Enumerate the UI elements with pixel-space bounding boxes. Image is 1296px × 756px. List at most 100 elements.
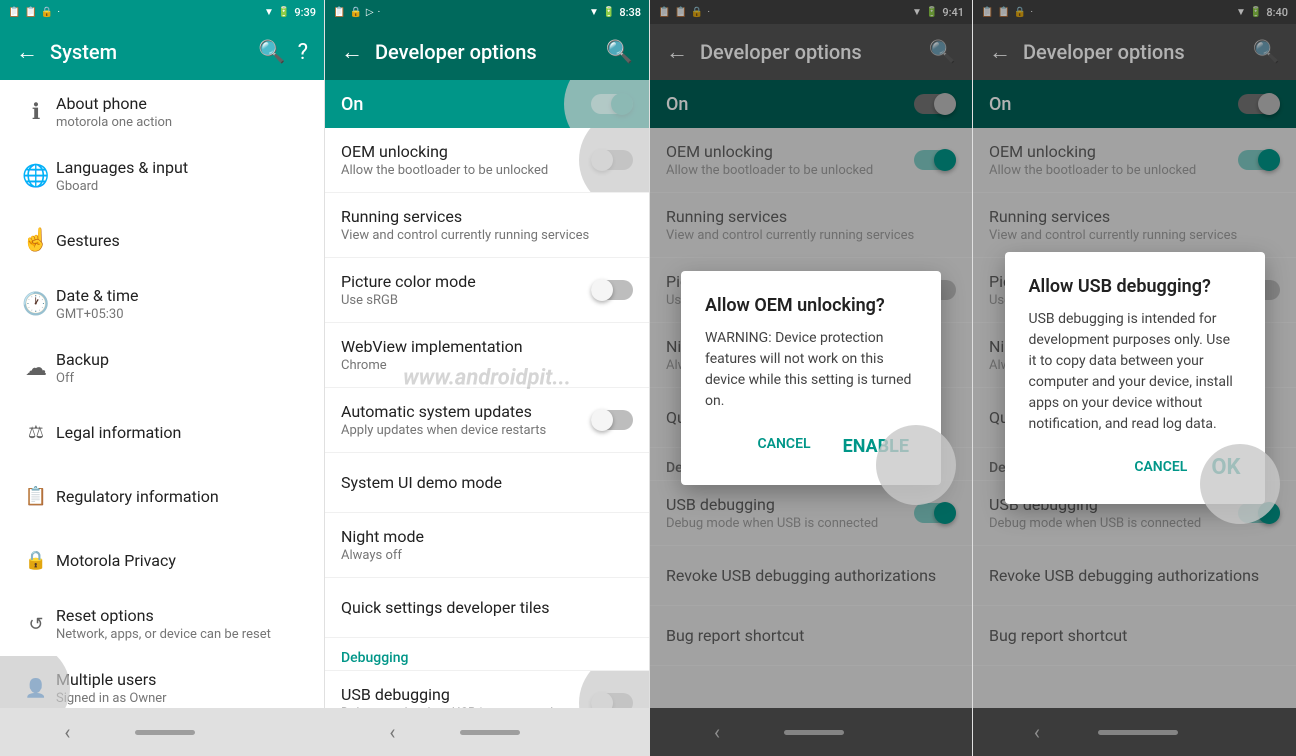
search-icon-2[interactable]: 🔍 <box>606 40 633 65</box>
panel-developer-oem-dialog: 📋 📋 🔒 · ▼ 🔋 9:41 ← Developer options 🔍 O… <box>650 0 973 756</box>
dev-item-autoupdate-text: Automatic system updates Apply updates w… <box>341 402 591 438</box>
settings-text-datetime: Date & time GMT+05:30 <box>56 286 308 322</box>
status-icons-left: 📋 📋 🔒 · <box>8 7 60 18</box>
cam-icon-2: ▷ <box>366 7 374 18</box>
dev-item-running[interactable]: Running services View and control curren… <box>325 193 649 258</box>
usb-cancel-button[interactable]: Cancel <box>1126 455 1195 480</box>
app-bar-title-1: System <box>50 40 246 64</box>
back-nav-2[interactable]: ‹ <box>389 720 395 744</box>
legal-title: Legal information <box>56 423 308 442</box>
motorola-title: Motorola Privacy <box>56 551 308 570</box>
gestures-title: Gestures <box>56 231 308 250</box>
status-icons-left-2: 📋 🔒 ▷ · <box>333 7 380 18</box>
about-icon: ℹ <box>16 100 56 125</box>
settings-item-legal[interactable]: ⚖ Legal information <box>0 400 324 464</box>
dev-item-quicktiles-title: Quick settings developer tiles <box>341 598 633 617</box>
oem-dialog-overlay: Allow OEM unlocking? WARNING: Device pro… <box>650 0 972 756</box>
settings-text-about: About phone motorola one action <box>56 94 308 130</box>
regulatory-icon: 📋 <box>16 486 56 507</box>
settings-item-gestures[interactable]: ☝ Gestures <box>0 208 324 272</box>
multiusers-title: Multiple users <box>56 670 308 689</box>
dev-item-autoupdate[interactable]: Automatic system updates Apply updates w… <box>325 388 649 453</box>
status-time-1: 9:39 <box>294 6 316 19</box>
dev-item-uidemo-text: System UI demo mode <box>341 473 633 492</box>
nav-indicator-2 <box>460 730 520 735</box>
regulatory-title: Regulatory information <box>56 487 308 506</box>
sim-icon: 📋 <box>24 7 36 18</box>
dev-item-nightmode-title: Night mode <box>341 527 633 546</box>
usb-dialog-overlay: Allow USB debugging? USB debugging is in… <box>973 0 1296 756</box>
panel-developer-usb-dialog: 📋 📋 🔒 · ▼ 🔋 8:40 ← Developer options 🔍 O… <box>973 0 1296 756</box>
backup-title: Backup <box>56 350 308 369</box>
dev-item-nightmode[interactable]: Night mode Always off <box>325 513 649 578</box>
backup-subtitle: Off <box>56 371 308 386</box>
languages-title: Languages & input <box>56 158 308 177</box>
languages-icon: 🌐 <box>16 164 56 189</box>
dev-item-webview[interactable]: WebView implementation Chrome <box>325 323 649 388</box>
settings-item-datetime[interactable]: 🕐 Date & time GMT+05:30 <box>0 272 324 336</box>
usb-dialog-title: Allow USB debugging? <box>1029 276 1241 297</box>
spotlight-usb <box>579 671 649 708</box>
dev-item-picture-text: Picture color mode Use sRGB <box>341 272 591 308</box>
dev-item-usb-text: USB debugging Debug mode when USB is con… <box>341 685 591 708</box>
app-bar-title-2: Developer options <box>375 40 594 64</box>
about-title: About phone <box>56 94 308 113</box>
debugging-section-label: Debugging <box>325 638 649 671</box>
dev-item-usb-subtitle: Debug mode when USB is connected <box>341 706 591 708</box>
oem-cancel-button[interactable]: Cancel <box>750 432 819 461</box>
picture-toggle-thumb <box>591 279 613 301</box>
search-icon-1[interactable]: 🔍 <box>258 40 285 65</box>
spotlight-oem <box>579 128 649 193</box>
languages-subtitle: Gboard <box>56 179 308 194</box>
dev-item-autoupdate-title: Automatic system updates <box>341 402 591 421</box>
reset-icon: ↺ <box>16 614 56 635</box>
settings-item-reset[interactable]: ↺ Reset options Network, apps, or device… <box>0 592 324 656</box>
reset-title: Reset options <box>56 606 308 625</box>
status-icons-right: ▼ 🔋 9:39 <box>264 6 316 19</box>
notification-icon: 📋 <box>8 7 20 18</box>
dot-icon: · <box>57 7 60 18</box>
app-bar-2: ← Developer options 🔍 <box>325 24 649 80</box>
settings-item-regulatory[interactable]: 📋 Regulatory information <box>0 464 324 528</box>
dev-item-oem[interactable]: OEM unlocking Allow the bootloader to be… <box>325 128 649 193</box>
status-icons-right-2: ▼ 🔋 8:38 <box>589 6 641 19</box>
bottom-nav-1: ‹ <box>0 708 324 756</box>
dev-item-oem-title: OEM unlocking <box>341 142 591 161</box>
settings-item-about[interactable]: ℹ About phone motorola one action <box>0 80 324 144</box>
dev-item-oem-text: OEM unlocking Allow the bootloader to be… <box>341 142 591 178</box>
oem-dialog-body: WARNING: Device protection features will… <box>705 328 917 412</box>
panel-developer-initial: 📋 🔒 ▷ · ▼ 🔋 8:38 ← Developer options 🔍 O… <box>325 0 650 756</box>
battery-icon-2: 🔋 <box>603 7 615 18</box>
back-icon-2[interactable]: ← <box>341 39 363 65</box>
settings-item-motorola[interactable]: 🔒 Motorola Privacy <box>0 528 324 592</box>
wifi-icon-2: ▼ <box>589 7 599 18</box>
autoupdate-toggle-thumb <box>591 409 613 431</box>
dev-item-quicktiles[interactable]: Quick settings developer tiles <box>325 578 649 638</box>
dev-item-webview-text: WebView implementation Chrome <box>341 337 633 373</box>
dev-item-usb-title: USB debugging <box>341 685 591 704</box>
dev-list-2: OEM unlocking Allow the bootloader to be… <box>325 128 649 708</box>
security-icon: 🔒 <box>41 7 53 18</box>
spotlight-on-toggle <box>564 80 649 128</box>
settings-text-legal: Legal information <box>56 423 308 442</box>
settings-item-backup[interactable]: ☁ Backup Off <box>0 336 324 400</box>
bottom-nav-2: ‹ <box>325 708 649 756</box>
dev-item-webview-title: WebView implementation <box>341 337 633 356</box>
dev-item-uidemo-title: System UI demo mode <box>341 473 633 492</box>
dev-item-running-subtitle: View and control currently running servi… <box>341 228 633 243</box>
back-nav-1[interactable]: ‹ <box>64 720 70 744</box>
dev-on-label: On <box>341 94 591 115</box>
gestures-icon: ☝ <box>16 228 56 253</box>
dev-item-uidemo[interactable]: System UI demo mode <box>325 453 649 513</box>
dev-item-autoupdate-subtitle: Apply updates when device restarts <box>341 423 591 438</box>
dev-item-usb[interactable]: USB debugging Debug mode when USB is con… <box>325 671 649 708</box>
usb-dialog: Allow USB debugging? USB debugging is in… <box>1005 252 1265 504</box>
help-icon-1[interactable]: ? <box>298 40 308 65</box>
back-icon-1[interactable]: ← <box>16 39 38 65</box>
dev-item-picture[interactable]: Picture color mode Use sRGB <box>325 258 649 323</box>
settings-item-languages[interactable]: 🌐 Languages & input Gboard <box>0 144 324 208</box>
dev-item-oem-subtitle: Allow the bootloader to be unlocked <box>341 163 591 178</box>
dev-item-webview-subtitle: Chrome <box>341 358 633 373</box>
settings-item-multiusers[interactable]: 👤 Multiple users Signed in as Owner <box>0 656 324 708</box>
datetime-icon: 🕐 <box>16 292 56 317</box>
